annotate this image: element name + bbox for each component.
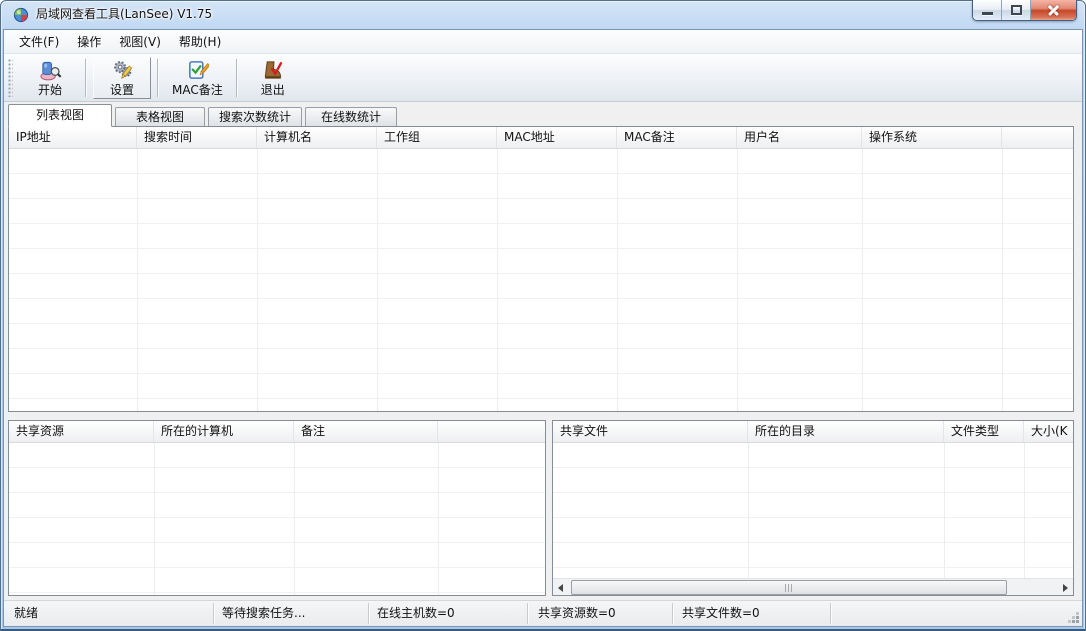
column-header-note[interactable]: 备注 [294, 421, 438, 442]
start-button[interactable]: 开始 [21, 57, 79, 99]
scroll-right-icon [1063, 584, 1068, 592]
maximize-icon [1011, 5, 1022, 15]
menu-file[interactable]: 文件(F) [10, 31, 68, 53]
column-header-file-type[interactable]: 文件类型 [944, 421, 1024, 442]
settings-gears-pencil-icon [111, 59, 134, 82]
host-list-header: IP地址 搜索时间 计算机名 工作组 MAC地址 MAC备注 用户名 操作系统 [9, 127, 1073, 149]
status-ready: 就绪 [14, 601, 38, 626]
resize-grip[interactable] [1065, 609, 1080, 624]
column-header-empty[interactable] [438, 421, 545, 442]
column-header-shared-resource[interactable]: 共享资源 [9, 421, 154, 442]
status-separator [527, 603, 529, 624]
status-separator [830, 603, 832, 624]
app-window: 局域网查看工具(LanSee) V1.75 文件(F) 操作 视图(V) 帮助(… [0, 0, 1086, 631]
shared-files-header: 共享文件 所在的目录 文件类型 大小(K [553, 421, 1073, 443]
column-gridline [944, 443, 945, 578]
client-area: 文件(F) 操作 视图(V) 帮助(H) 开始 [4, 30, 1082, 626]
column-header-os[interactable]: 操作系统 [862, 127, 1002, 148]
shared-files-body [553, 443, 1073, 578]
maximize-button[interactable] [1002, 0, 1031, 21]
settings-button[interactable]: 设置 [93, 57, 151, 99]
shared-files-panel: 共享文件 所在的目录 文件类型 大小(K [552, 420, 1074, 596]
status-separator [368, 603, 370, 624]
titlebar[interactable]: 局域网查看工具(LanSee) V1.75 [0, 0, 1086, 30]
scroll-right-button[interactable] [1056, 579, 1073, 595]
column-header-workgroup[interactable]: 工作组 [377, 127, 497, 148]
column-gridline [497, 149, 498, 411]
scroll-left-button[interactable] [553, 579, 570, 595]
settings-button-label: 设置 [110, 83, 134, 97]
column-header-computer-name[interactable]: 计算机名 [257, 127, 377, 148]
exit-button[interactable]: 退出 [244, 57, 302, 99]
status-separator [672, 603, 674, 624]
column-gridline [438, 443, 439, 595]
window-controls [972, 0, 1077, 21]
exit-button-label: 退出 [261, 83, 285, 97]
lansee-globe-icon[interactable] [13, 7, 29, 23]
column-gridline [294, 443, 295, 595]
exit-boot-icon [261, 59, 284, 82]
statusbar: 就绪 等待搜索任务... 在线主机数=0 共享资源数=0 共享文件数=0 [4, 600, 1082, 626]
column-gridline [617, 149, 618, 411]
start-button-label: 开始 [38, 83, 62, 97]
column-gridline [748, 443, 749, 578]
host-list-view: IP地址 搜索时间 计算机名 工作组 MAC地址 MAC备注 用户名 操作系统 [8, 126, 1074, 412]
toolbar-separator [85, 59, 87, 97]
toolbar-separator [236, 59, 238, 97]
status-shared-resources: 共享资源数=0 [538, 601, 616, 626]
column-gridline [1024, 443, 1025, 578]
horizontal-scrollbar[interactable] [553, 578, 1073, 595]
shared-resources-panel: 共享资源 所在的计算机 备注 [8, 420, 546, 596]
toolbar-gripper[interactable] [8, 59, 13, 97]
tab-list-view[interactable]: 列表视图 [8, 104, 112, 127]
column-header-shared-file[interactable]: 共享文件 [553, 421, 748, 442]
start-magnifier-icon [39, 59, 62, 82]
menu-help[interactable]: 帮助(H) [170, 31, 230, 53]
menubar: 文件(F) 操作 视图(V) 帮助(H) [4, 30, 1082, 54]
column-gridline [154, 443, 155, 595]
host-list-body [9, 149, 1073, 411]
tab-online-count-stats[interactable]: 在线数统计 [305, 107, 397, 127]
window-title: 局域网查看工具(LanSee) V1.75 [36, 0, 212, 29]
column-header-mac-note[interactable]: MAC备注 [617, 127, 737, 148]
column-header-mac-address[interactable]: MAC地址 [497, 127, 617, 148]
status-task: 等待搜索任务... [222, 601, 305, 626]
column-gridline [377, 149, 378, 411]
mac-note-notepad-icon [186, 59, 209, 82]
column-gridline [257, 149, 258, 411]
minimize-icon [982, 12, 993, 15]
column-gridline [137, 149, 138, 411]
minimize-button[interactable] [973, 0, 1002, 21]
column-gridline [737, 149, 738, 411]
mac-note-button[interactable]: MAC备注 [165, 57, 230, 99]
column-header-directory[interactable]: 所在的目录 [748, 421, 944, 442]
tab-search-count-stats[interactable]: 搜索次数统计 [208, 107, 302, 127]
mac-note-button-label: MAC备注 [172, 83, 223, 97]
tab-table-view[interactable]: 表格视图 [115, 107, 205, 127]
toolbar-separator [157, 59, 159, 97]
column-gridline [862, 149, 863, 411]
scrollbar-grip-icon [785, 584, 794, 592]
column-header-file-size[interactable]: 大小(K [1024, 421, 1073, 442]
column-header-search-time[interactable]: 搜索时间 [137, 127, 257, 148]
menu-view[interactable]: 视图(V) [110, 31, 170, 53]
close-button[interactable] [1031, 0, 1076, 21]
column-header-username[interactable]: 用户名 [737, 127, 862, 148]
column-gridline [1002, 149, 1003, 411]
scrollbar-thumb[interactable] [571, 580, 1007, 595]
shared-resources-body [9, 443, 545, 595]
status-online-hosts: 在线主机数=0 [377, 601, 455, 626]
toolbar: 开始 设置 [4, 54, 1082, 102]
column-header-empty[interactable] [1002, 127, 1073, 148]
scroll-left-icon [558, 584, 563, 592]
status-separator [213, 603, 215, 624]
shared-resources-header: 共享资源 所在的计算机 备注 [9, 421, 545, 443]
status-shared-files: 共享文件数=0 [682, 601, 760, 626]
column-header-ip[interactable]: IP地址 [9, 127, 137, 148]
menu-operate[interactable]: 操作 [68, 31, 110, 53]
column-header-host-computer[interactable]: 所在的计算机 [154, 421, 294, 442]
